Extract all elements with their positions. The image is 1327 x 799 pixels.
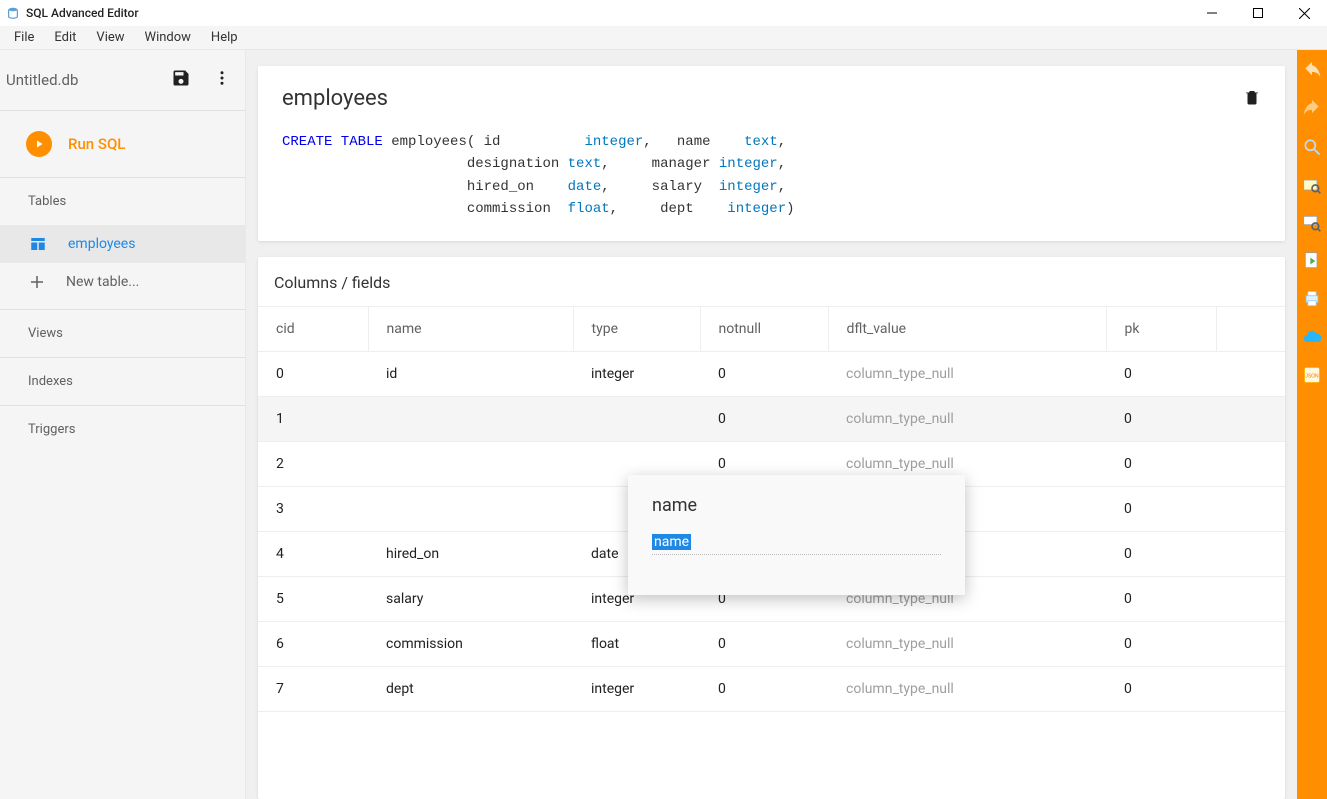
cell-cid[interactable]: 6 bbox=[258, 621, 368, 666]
table-header-row: cid name type notnull dflt_value pk bbox=[258, 306, 1285, 351]
sql-definition-card: employees CREATE TABLE employees( id int… bbox=[258, 66, 1285, 241]
cell-name[interactable] bbox=[368, 486, 573, 531]
window-controls bbox=[1189, 0, 1327, 26]
cell-cid[interactable]: 1 bbox=[258, 396, 368, 441]
cell-dflt[interactable]: column_type_null bbox=[828, 396, 1106, 441]
cell-pk[interactable]: 0 bbox=[1106, 351, 1216, 396]
db-filename: Untitled.db bbox=[6, 71, 78, 89]
play-icon bbox=[26, 131, 52, 157]
run-sql-label: Run SQL bbox=[68, 135, 125, 153]
section-indexes[interactable]: Indexes bbox=[0, 358, 245, 406]
cell-pk[interactable]: 0 bbox=[1106, 486, 1216, 531]
cell-name[interactable]: salary bbox=[368, 576, 573, 621]
find-replace-icon[interactable] bbox=[1301, 212, 1323, 234]
edit-name-popup: name name bbox=[628, 475, 965, 595]
cell-pk[interactable]: 0 bbox=[1106, 576, 1216, 621]
menu-window[interactable]: Window bbox=[135, 28, 201, 47]
table-icon bbox=[28, 235, 48, 253]
print-icon[interactable] bbox=[1301, 288, 1323, 310]
cell-notnull[interactable]: 0 bbox=[700, 666, 828, 711]
col-type[interactable]: type bbox=[573, 306, 700, 351]
cell-pk[interactable]: 0 bbox=[1106, 666, 1216, 711]
sidebar: Untitled.db Run SQL Tables employees bbox=[0, 50, 246, 799]
cell-pk[interactable]: 0 bbox=[1106, 441, 1216, 486]
col-cid[interactable]: cid bbox=[258, 306, 368, 351]
window-title: SQL Advanced Editor bbox=[26, 6, 139, 20]
menu-edit[interactable]: Edit bbox=[44, 28, 86, 47]
cell-name[interactable]: hired_on bbox=[368, 531, 573, 576]
menu-help[interactable]: Help bbox=[201, 28, 248, 47]
table-row[interactable]: 6commissionfloat0column_type_null0 bbox=[258, 621, 1285, 666]
run-sql-button[interactable]: Run SQL bbox=[0, 111, 245, 178]
app-icon bbox=[6, 6, 20, 20]
cloud-icon[interactable] bbox=[1301, 326, 1323, 348]
sidebar-item-label: employees bbox=[68, 236, 135, 252]
cell-notnull[interactable]: 0 bbox=[700, 351, 828, 396]
cell-cid[interactable]: 5 bbox=[258, 576, 368, 621]
cell-cid[interactable]: 2 bbox=[258, 441, 368, 486]
plus-icon bbox=[28, 273, 46, 291]
popup-field-label: name bbox=[652, 495, 941, 516]
table-row[interactable]: 1 0column_type_null0 bbox=[258, 396, 1285, 441]
cell-cid[interactable]: 7 bbox=[258, 666, 368, 711]
cell-name[interactable]: commission bbox=[368, 621, 573, 666]
find-icon[interactable] bbox=[1301, 174, 1323, 196]
more-icon[interactable] bbox=[213, 69, 231, 91]
col-pk[interactable]: pk bbox=[1106, 306, 1216, 351]
table-title: employees bbox=[282, 86, 388, 111]
columns-title: Columns / fields bbox=[258, 273, 1285, 306]
section-triggers[interactable]: Triggers bbox=[0, 406, 245, 453]
svg-text:JSON: JSON bbox=[1305, 374, 1319, 380]
json-icon[interactable]: JSON bbox=[1301, 364, 1323, 386]
cell-pk[interactable]: 0 bbox=[1106, 621, 1216, 666]
redo-icon[interactable] bbox=[1301, 98, 1323, 120]
cell-notnull[interactable]: 0 bbox=[700, 396, 828, 441]
minimize-button[interactable] bbox=[1189, 0, 1235, 26]
cell-type[interactable]: integer bbox=[573, 351, 700, 396]
close-button[interactable] bbox=[1281, 0, 1327, 26]
cell-cid[interactable]: 3 bbox=[258, 486, 368, 531]
col-dflt[interactable]: dflt_value bbox=[828, 306, 1106, 351]
popup-name-input[interactable]: name bbox=[652, 530, 941, 555]
cell-dflt[interactable]: column_type_null bbox=[828, 621, 1106, 666]
new-table-label: New table... bbox=[66, 274, 139, 290]
cell-name[interactable] bbox=[368, 396, 573, 441]
cell-dflt[interactable]: column_type_null bbox=[828, 666, 1106, 711]
menubar: File Edit View Window Help bbox=[0, 26, 1327, 50]
save-icon[interactable] bbox=[171, 68, 191, 92]
sidebar-item-new-table[interactable]: New table... bbox=[0, 263, 245, 301]
col-notnull[interactable]: notnull bbox=[700, 306, 828, 351]
content-area: employees CREATE TABLE employees( id int… bbox=[246, 50, 1297, 799]
cell-dflt[interactable]: column_type_null bbox=[828, 351, 1106, 396]
cell-type[interactable]: integer bbox=[573, 666, 700, 711]
table-row[interactable]: 7deptinteger0column_type_null0 bbox=[258, 666, 1285, 711]
maximize-button[interactable] bbox=[1235, 0, 1281, 26]
col-name[interactable]: name bbox=[368, 306, 573, 351]
cell-notnull[interactable]: 0 bbox=[700, 621, 828, 666]
cell-name[interactable]: id bbox=[368, 351, 573, 396]
cell-name[interactable]: dept bbox=[368, 666, 573, 711]
cell-name[interactable] bbox=[368, 441, 573, 486]
cell-pk[interactable]: 0 bbox=[1106, 396, 1216, 441]
menu-view[interactable]: View bbox=[86, 28, 134, 47]
sql-code[interactable]: CREATE TABLE employees( id integer, name… bbox=[282, 131, 1261, 221]
cell-cid[interactable]: 0 bbox=[258, 351, 368, 396]
cell-cid[interactable]: 4 bbox=[258, 531, 368, 576]
sidebar-file-row: Untitled.db bbox=[0, 50, 245, 111]
cell-type[interactable] bbox=[573, 396, 700, 441]
sidebar-item-employees[interactable]: employees bbox=[0, 225, 245, 263]
delete-table-button[interactable] bbox=[1243, 87, 1261, 111]
undo-icon[interactable] bbox=[1301, 60, 1323, 82]
section-tables[interactable]: Tables bbox=[0, 178, 245, 225]
menu-file[interactable]: File bbox=[4, 28, 44, 47]
titlebar: SQL Advanced Editor bbox=[0, 0, 1327, 26]
run-script-icon[interactable] bbox=[1301, 250, 1323, 272]
zoom-icon[interactable] bbox=[1301, 136, 1323, 158]
section-views[interactable]: Views bbox=[0, 309, 245, 358]
cell-pk[interactable]: 0 bbox=[1106, 531, 1216, 576]
cell-type[interactable]: float bbox=[573, 621, 700, 666]
right-toolbar: JSON bbox=[1297, 50, 1327, 799]
table-row[interactable]: 0idinteger0column_type_null0 bbox=[258, 351, 1285, 396]
